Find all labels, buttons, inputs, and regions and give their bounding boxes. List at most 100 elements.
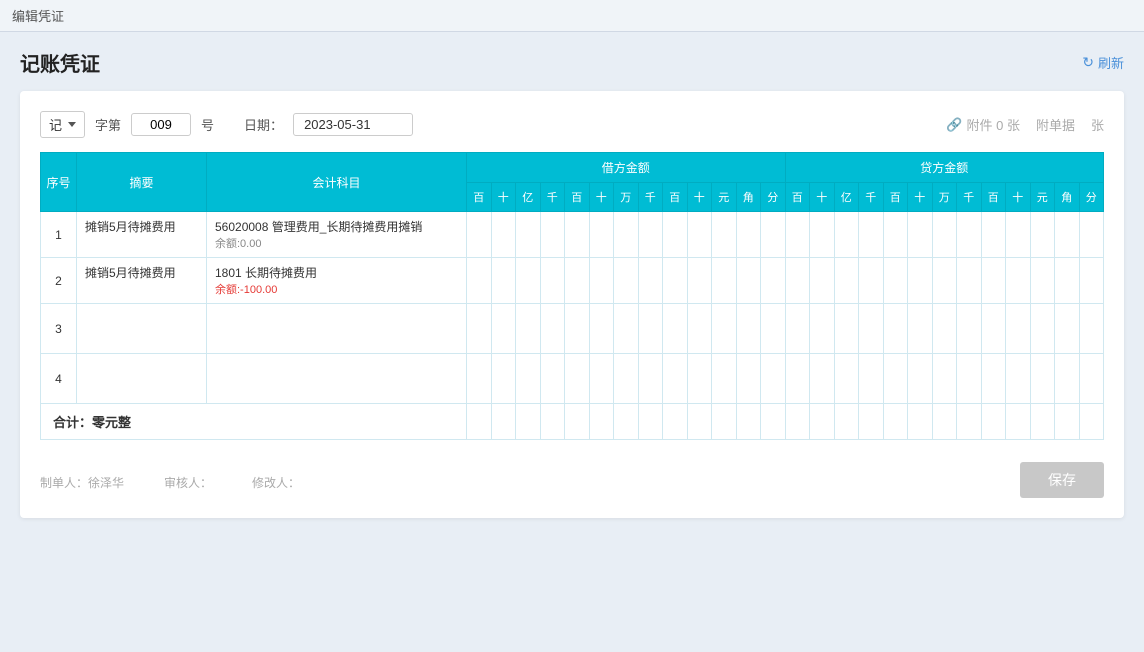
row1-c8[interactable] — [957, 212, 982, 258]
row4-d10[interactable] — [687, 354, 712, 404]
row3-c10[interactable] — [1006, 304, 1031, 354]
refresh-button[interactable]: ↻ 刷新 — [1082, 53, 1124, 72]
row2-d1[interactable] — [467, 258, 492, 304]
row3-d5[interactable] — [565, 304, 590, 354]
row2-c5[interactable] — [883, 258, 908, 304]
row4-c6[interactable] — [908, 354, 933, 404]
row4-d13[interactable] — [761, 354, 786, 404]
row4-d9[interactable] — [663, 354, 688, 404]
row3-c7[interactable] — [932, 304, 957, 354]
row3-d13[interactable] — [761, 304, 786, 354]
row4-c13[interactable] — [1079, 354, 1104, 404]
row2-c9[interactable] — [981, 258, 1006, 304]
row4-d12[interactable] — [736, 354, 761, 404]
row4-c3[interactable] — [834, 354, 859, 404]
row2-c7[interactable] — [932, 258, 957, 304]
row4-d1[interactable] — [467, 354, 492, 404]
summary-2[interactable]: 摊销5月待摊费用 — [77, 258, 207, 304]
row2-c11[interactable] — [1030, 258, 1055, 304]
row2-d10[interactable] — [687, 258, 712, 304]
row4-d2[interactable] — [491, 354, 516, 404]
row3-d12[interactable] — [736, 304, 761, 354]
row2-d6[interactable] — [589, 258, 614, 304]
row3-c2[interactable] — [810, 304, 835, 354]
row3-c5[interactable] — [883, 304, 908, 354]
row1-d4[interactable] — [540, 212, 565, 258]
row4-c4[interactable] — [859, 354, 884, 404]
row3-d3[interactable] — [516, 304, 541, 354]
row1-c5[interactable] — [883, 212, 908, 258]
summary-1[interactable]: 摊销5月待摊费用 — [77, 212, 207, 258]
row3-c11[interactable] — [1030, 304, 1055, 354]
row1-d7[interactable] — [614, 212, 639, 258]
row2-d8[interactable] — [638, 258, 663, 304]
row3-c4[interactable] — [859, 304, 884, 354]
row1-c9[interactable] — [981, 212, 1006, 258]
row2-d4[interactable] — [540, 258, 565, 304]
ji-type-select[interactable]: 记 — [40, 111, 85, 138]
row2-d7[interactable] — [614, 258, 639, 304]
attach-button[interactable]: 🔗 附件 0 张 — [946, 115, 1020, 134]
row4-d8[interactable] — [638, 354, 663, 404]
row1-d9[interactable] — [663, 212, 688, 258]
row3-d4[interactable] — [540, 304, 565, 354]
row4-c10[interactable] — [1006, 354, 1031, 404]
row4-c1[interactable] — [785, 354, 810, 404]
summary-4[interactable] — [77, 354, 207, 404]
subject-4[interactable] — [207, 354, 467, 404]
row1-c10[interactable] — [1006, 212, 1031, 258]
row4-c5[interactable] — [883, 354, 908, 404]
row4-d6[interactable] — [589, 354, 614, 404]
save-button[interactable]: 保存 — [1020, 462, 1104, 498]
row4-c11[interactable] — [1030, 354, 1055, 404]
subject-2[interactable]: 1801 长期待摊费用余额:-100.00 — [207, 258, 467, 304]
row2-c3[interactable] — [834, 258, 859, 304]
row3-d9[interactable] — [663, 304, 688, 354]
row3-d10[interactable] — [687, 304, 712, 354]
row3-d11[interactable] — [712, 304, 737, 354]
row2-c12[interactable] — [1055, 258, 1080, 304]
row2-d13[interactable] — [761, 258, 786, 304]
row2-c1[interactable] — [785, 258, 810, 304]
row1-d10[interactable] — [687, 212, 712, 258]
row4-d11[interactable] — [712, 354, 737, 404]
row1-c6[interactable] — [908, 212, 933, 258]
row2-d11[interactable] — [712, 258, 737, 304]
row4-c2[interactable] — [810, 354, 835, 404]
summary-3[interactable] — [77, 304, 207, 354]
row4-c8[interactable] — [957, 354, 982, 404]
row3-d7[interactable] — [614, 304, 639, 354]
row1-c11[interactable] — [1030, 212, 1055, 258]
row2-c8[interactable] — [957, 258, 982, 304]
row2-d2[interactable] — [491, 258, 516, 304]
row2-d3[interactable] — [516, 258, 541, 304]
row2-c6[interactable] — [908, 258, 933, 304]
row3-d1[interactable] — [467, 304, 492, 354]
row4-d3[interactable] — [516, 354, 541, 404]
subject-1[interactable]: 56020008 管理费用_长期待摊费用摊销余额:0.00 — [207, 212, 467, 258]
row4-c9[interactable] — [981, 354, 1006, 404]
row3-c12[interactable] — [1055, 304, 1080, 354]
row3-c13[interactable] — [1079, 304, 1104, 354]
row1-d13[interactable] — [761, 212, 786, 258]
row3-c8[interactable] — [957, 304, 982, 354]
row1-c12[interactable] — [1055, 212, 1080, 258]
row1-d2[interactable] — [491, 212, 516, 258]
row4-c7[interactable] — [932, 354, 957, 404]
row3-d2[interactable] — [491, 304, 516, 354]
row1-c13[interactable] — [1079, 212, 1104, 258]
row2-c2[interactable] — [810, 258, 835, 304]
row1-d6[interactable] — [589, 212, 614, 258]
row3-d6[interactable] — [589, 304, 614, 354]
row1-d8[interactable] — [638, 212, 663, 258]
date-input[interactable] — [293, 113, 413, 136]
row3-c1[interactable] — [785, 304, 810, 354]
row3-c9[interactable] — [981, 304, 1006, 354]
row1-d5[interactable] — [565, 212, 590, 258]
row3-c3[interactable] — [834, 304, 859, 354]
row1-c3[interactable] — [834, 212, 859, 258]
row1-d11[interactable] — [712, 212, 737, 258]
row4-d7[interactable] — [614, 354, 639, 404]
row2-d9[interactable] — [663, 258, 688, 304]
row3-d8[interactable] — [638, 304, 663, 354]
